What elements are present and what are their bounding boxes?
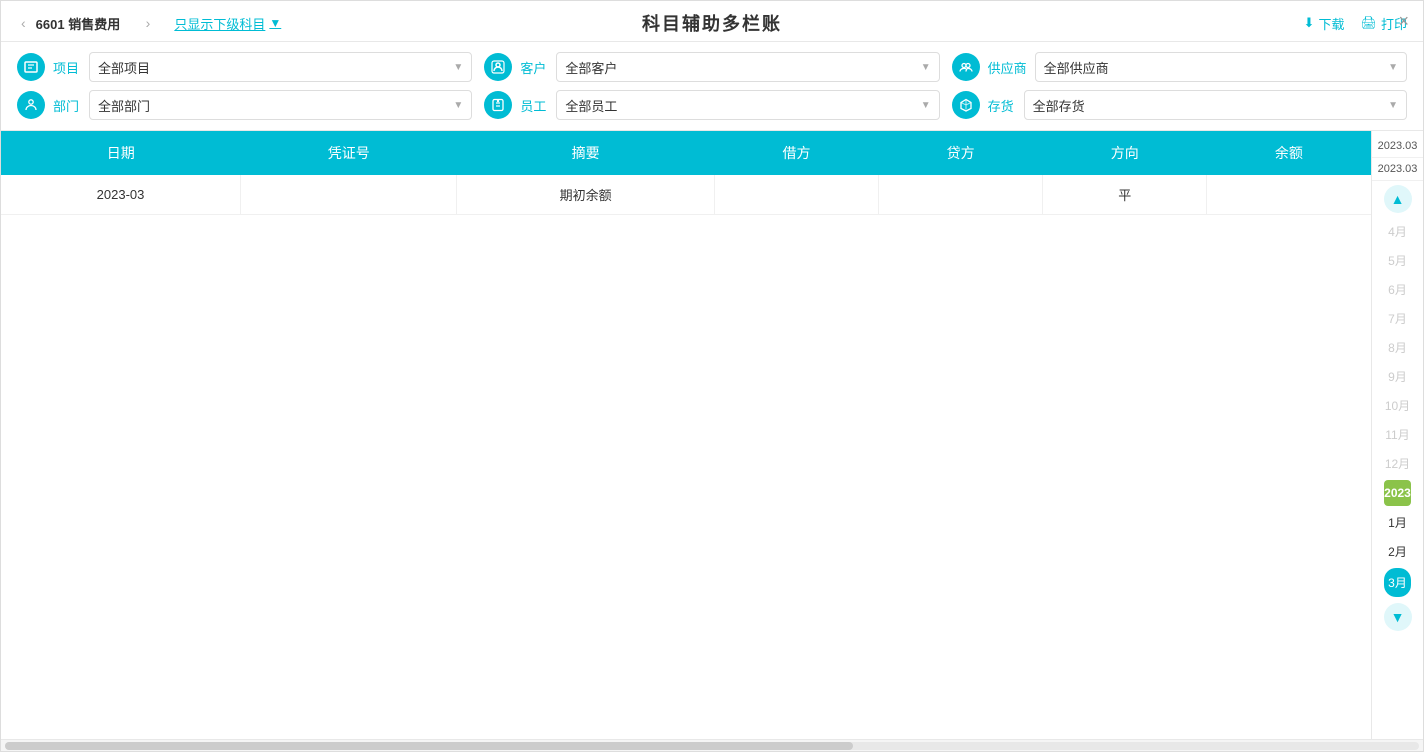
col-date: 日期 xyxy=(1,131,241,175)
supplier-label: 供应商 xyxy=(988,58,1027,77)
supplier-icon xyxy=(952,53,980,81)
sidebar-top-dates: 2023.03 2023.03 xyxy=(1372,135,1423,181)
page-title: 科目辅助多栏账 xyxy=(642,10,782,36)
toolbar: ‹ 6601 销售费用 › 只显示下级科目 ▼ 科目辅助多栏账 ⬇ 下载 🖨 打… xyxy=(1,1,1423,42)
inventory-select[interactable]: 全部存货 ▼ xyxy=(1024,90,1407,120)
project-select[interactable]: 全部项目 ▼ xyxy=(89,52,472,82)
employee-select[interactable]: 全部员工 ▼ xyxy=(556,90,939,120)
sidebar-date-2[interactable]: 2023.03 xyxy=(1372,158,1423,181)
toolbar-actions: ⬇ 下载 🖨 打印 xyxy=(1304,14,1407,33)
scrollbar-thumb[interactable] xyxy=(5,742,853,750)
filter-bar: 项目 全部项目 ▼ 客户 全部客户 ▼ xyxy=(1,42,1423,131)
right-sidebar: 2023.03 2023.03 ▲ 4月5月6月7月8月9月10月11月12月2… xyxy=(1371,131,1423,739)
account-nav: ‹ 6601 销售费用 › xyxy=(17,13,154,33)
filter-customer: 客户 全部客户 ▼ xyxy=(484,52,939,82)
show-sub-arrow-icon: ▼ xyxy=(269,16,281,30)
supplier-dropdown-icon: ▼ xyxy=(1388,62,1398,73)
download-icon: ⬇ xyxy=(1304,15,1315,31)
sidebar-month-item[interactable]: 12月 xyxy=(1380,449,1415,478)
sidebar-month-item[interactable]: 6月 xyxy=(1380,275,1415,304)
customer-dropdown-icon: ▼ xyxy=(921,62,931,73)
table-row[interactable]: 2023-03 期初余额 平 xyxy=(1,175,1371,215)
customer-label: 客户 xyxy=(520,58,548,77)
download-button[interactable]: ⬇ 下载 xyxy=(1304,14,1345,33)
filter-employee: 员工 全部员工 ▼ xyxy=(484,90,939,120)
inventory-dropdown-icon: ▼ xyxy=(1388,100,1398,111)
supplier-select[interactable]: 全部供应商 ▼ xyxy=(1035,52,1407,82)
sidebar-month-item[interactable]: 11月 xyxy=(1380,420,1415,449)
project-value: 全部项目 xyxy=(98,58,150,77)
cell-4 xyxy=(879,175,1043,215)
supplier-value: 全部供应商 xyxy=(1044,58,1109,77)
inventory-icon xyxy=(952,91,980,119)
department-select[interactable]: 全部部门 ▼ xyxy=(89,90,472,120)
download-label: 下载 xyxy=(1318,14,1344,33)
sidebar-month-item[interactable]: 5月 xyxy=(1380,246,1415,275)
account-code: 6601 销售费用 xyxy=(36,14,136,33)
prev-account-button[interactable]: ‹ xyxy=(17,13,30,33)
col-balance: 余额 xyxy=(1207,131,1371,175)
employee-label: 员工 xyxy=(520,96,548,115)
sidebar-months: 4月5月6月7月8月9月10月11月12月20231月2月3月 xyxy=(1380,217,1415,599)
sidebar-up-arrow[interactable]: ▲ xyxy=(1384,185,1412,213)
col-direction: 方向 xyxy=(1043,131,1207,175)
sidebar-month-item[interactable]: 2023 xyxy=(1384,480,1411,506)
cell-6 xyxy=(1207,175,1371,215)
col-credit: 贷方 xyxy=(879,131,1043,175)
print-icon: 🖨 xyxy=(1360,15,1377,31)
filter-inventory: 存货 全部存货 ▼ xyxy=(952,90,1407,120)
close-button[interactable]: × xyxy=(1398,11,1409,32)
employee-value: 全部员工 xyxy=(565,96,617,115)
inventory-label: 存货 xyxy=(988,96,1016,115)
col-debit: 借方 xyxy=(714,131,878,175)
cell-3 xyxy=(714,175,878,215)
project-dropdown-icon: ▼ xyxy=(453,62,463,73)
employee-icon xyxy=(484,91,512,119)
filter-supplier: 供应商 全部供应商 ▼ xyxy=(952,52,1407,82)
customer-value: 全部客户 xyxy=(565,58,617,77)
sidebar-month-item[interactable]: 7月 xyxy=(1380,304,1415,333)
main-window: × ‹ 6601 销售费用 › 只显示下级科目 ▼ 科目辅助多栏账 ⬇ 下载 🖨… xyxy=(0,0,1424,752)
cell-0: 2023-03 xyxy=(1,175,241,215)
up-arrow-icon: ▲ xyxy=(1391,191,1405,207)
customer-select[interactable]: 全部客户 ▼ xyxy=(556,52,939,82)
filter-department: 部门 全部部门 ▼ xyxy=(17,90,472,120)
table-header-row: 日期 凭证号 摘要 借方 贷方 方向 余额 xyxy=(1,131,1371,175)
project-label: 项目 xyxy=(53,58,81,77)
employee-dropdown-icon: ▼ xyxy=(921,100,931,111)
department-icon xyxy=(17,91,45,119)
inventory-value: 全部存货 xyxy=(1033,96,1085,115)
cell-2: 期初余额 xyxy=(457,175,714,215)
sidebar-month-item[interactable]: 3月 xyxy=(1384,568,1411,597)
cell-5: 平 xyxy=(1043,175,1207,215)
department-dropdown-icon: ▼ xyxy=(453,100,463,111)
sidebar-month-item[interactable]: 8月 xyxy=(1380,333,1415,362)
sidebar-month-item[interactable]: 1月 xyxy=(1380,508,1415,537)
sidebar-down-arrow[interactable]: ▼ xyxy=(1384,603,1412,631)
horizontal-scrollbar[interactable] xyxy=(1,739,1423,751)
col-summary: 摘要 xyxy=(457,131,714,175)
col-voucher: 凭证号 xyxy=(241,131,457,175)
sidebar-month-item[interactable]: 10月 xyxy=(1380,391,1415,420)
show-sub-label: 只显示下级科目 xyxy=(174,14,265,33)
table-area: 日期 凭证号 摘要 借方 贷方 方向 余额 2023-03 期初余额 平 xyxy=(1,131,1371,739)
show-sub-toggle[interactable]: 只显示下级科目 ▼ xyxy=(174,14,281,33)
department-value: 全部部门 xyxy=(98,96,150,115)
cell-1 xyxy=(241,175,457,215)
department-label: 部门 xyxy=(53,96,81,115)
sidebar-month-item[interactable]: 4月 xyxy=(1380,217,1415,246)
main-content: 日期 凭证号 摘要 借方 贷方 方向 余额 2023-03 期初余额 平 2023.… xyxy=(1,131,1423,739)
customer-icon xyxy=(484,53,512,81)
scrollbar-track[interactable] xyxy=(5,742,1419,750)
data-table: 日期 凭证号 摘要 借方 贷方 方向 余额 2023-03 期初余额 平 xyxy=(1,131,1371,215)
sidebar-date-1[interactable]: 2023.03 xyxy=(1372,135,1423,158)
down-arrow-icon: ▼ xyxy=(1391,609,1405,625)
next-account-button[interactable]: › xyxy=(142,13,155,33)
project-icon xyxy=(17,53,45,81)
sidebar-month-item[interactable]: 9月 xyxy=(1380,362,1415,391)
sidebar-month-item[interactable]: 2月 xyxy=(1380,537,1415,566)
filter-project: 项目 全部项目 ▼ xyxy=(17,52,472,82)
